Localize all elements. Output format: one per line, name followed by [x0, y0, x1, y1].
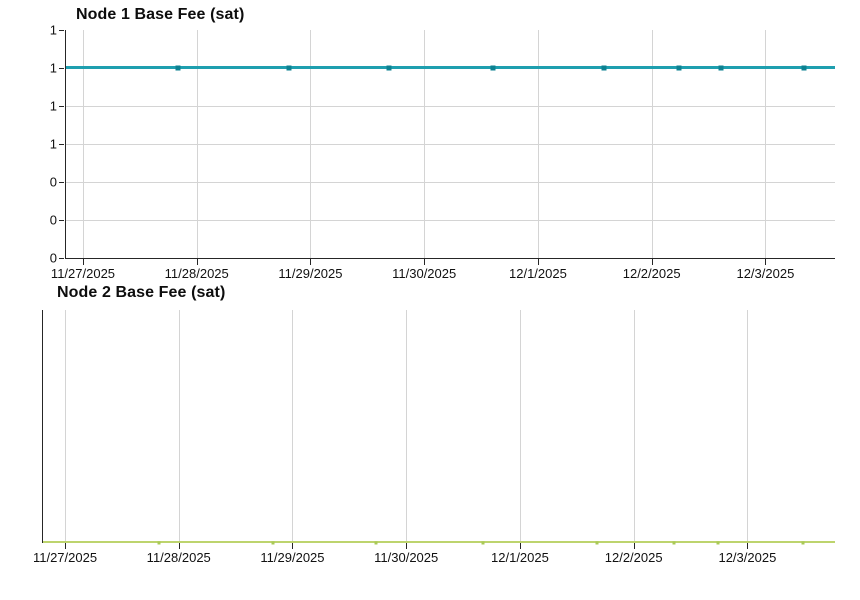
- y-tick-label: 0: [50, 214, 57, 227]
- x-gridline: [520, 310, 521, 542]
- x-tick-label: 11/27/2025: [51, 266, 115, 281]
- chart-title-node-1: Node 1 Base Fee (sat): [76, 6, 244, 24]
- x-gridline: [634, 310, 635, 542]
- x-gridline: [179, 310, 180, 542]
- x-tick-label: 12/1/2025: [509, 266, 567, 281]
- x-axis-tick: [652, 259, 653, 265]
- x-tick-label: 11/28/2025: [147, 550, 211, 565]
- y-axis-tick: [59, 220, 64, 221]
- x-tick-label: 11/30/2025: [392, 266, 456, 281]
- y-gridline: [66, 220, 835, 221]
- x-axis-tick: [538, 259, 539, 265]
- y-tick-label: 0: [50, 175, 57, 188]
- x-gridline: [65, 310, 66, 542]
- x-axis-tick: [424, 259, 425, 265]
- charts-canvas: Node 1 Base Fee (sat) 11/27/202511/28/20…: [0, 0, 860, 600]
- y-axis-tick: [59, 182, 64, 183]
- data-point-marker: [673, 541, 676, 544]
- x-axis-tick: [197, 259, 198, 265]
- y-gridline: [66, 182, 835, 183]
- y-axis-tick: [59, 30, 64, 31]
- x-axis-tick: [65, 543, 66, 549]
- y-gridline: [66, 144, 835, 145]
- x-tick-label: 11/30/2025: [374, 550, 438, 565]
- data-point-marker: [157, 541, 160, 544]
- data-point-marker: [716, 541, 719, 544]
- data-point-marker: [596, 541, 599, 544]
- y-tick-label: 1: [50, 61, 57, 74]
- data-point-marker: [287, 65, 292, 70]
- data-point-marker: [176, 65, 181, 70]
- data-point-marker: [374, 541, 377, 544]
- x-tick-label: 12/3/2025: [736, 266, 794, 281]
- x-gridline: [292, 310, 293, 542]
- data-point-marker: [490, 65, 495, 70]
- data-point-marker: [676, 65, 681, 70]
- x-tick-label: 12/1/2025: [491, 550, 549, 565]
- data-point-marker: [481, 541, 484, 544]
- x-tick-label: 11/29/2025: [278, 266, 342, 281]
- x-axis-tick: [406, 543, 407, 549]
- x-axis-tick: [747, 543, 748, 549]
- data-point-marker: [386, 65, 391, 70]
- x-axis-tick: [634, 543, 635, 549]
- data-point-marker: [271, 541, 274, 544]
- x-tick-label: 11/29/2025: [260, 550, 324, 565]
- y-tick-label: 1: [50, 99, 57, 112]
- x-tick-label: 12/2/2025: [605, 550, 663, 565]
- x-tick-label: 11/27/2025: [33, 550, 97, 565]
- y-tick-label: 1: [50, 24, 57, 37]
- x-tick-label: 12/3/2025: [718, 550, 776, 565]
- y-axis-tick: [59, 68, 64, 69]
- x-axis-tick: [765, 259, 766, 265]
- x-axis-tick: [310, 259, 311, 265]
- plot-area-node-2: 11/27/202511/28/202511/29/202511/30/2025…: [42, 310, 835, 543]
- data-point-marker: [602, 65, 607, 70]
- x-tick-label: 12/2/2025: [623, 266, 681, 281]
- x-axis-tick: [83, 259, 84, 265]
- y-gridline: [66, 106, 835, 107]
- chart-title-node-2: Node 2 Base Fee (sat): [57, 284, 225, 302]
- x-axis-tick: [179, 543, 180, 549]
- y-axis-tick: [59, 106, 64, 107]
- x-gridline: [747, 310, 748, 542]
- y-axis-tick: [59, 144, 64, 145]
- data-point-marker: [802, 65, 807, 70]
- data-point-marker: [802, 541, 805, 544]
- data-point-marker: [719, 65, 724, 70]
- y-axis-tick: [59, 258, 64, 259]
- x-axis-tick: [292, 543, 293, 549]
- y-tick-label: 0: [50, 252, 57, 265]
- x-tick-label: 11/28/2025: [165, 266, 229, 281]
- x-axis-tick: [520, 543, 521, 549]
- y-tick-label: 1: [50, 138, 57, 151]
- plot-area-node-1: 11/27/202511/28/202511/29/202511/30/2025…: [65, 30, 835, 259]
- x-gridline: [406, 310, 407, 542]
